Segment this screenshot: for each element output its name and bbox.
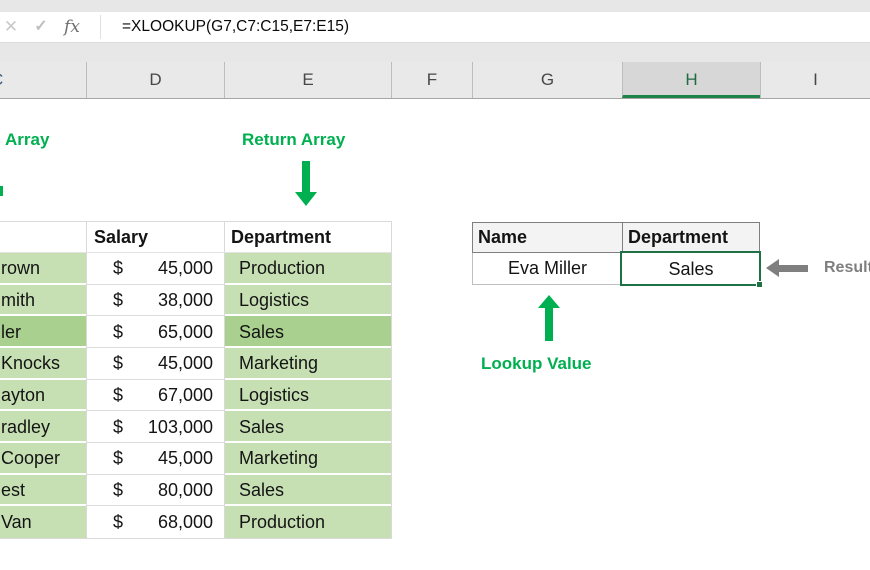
salary-cell[interactable]: $67,000	[86, 379, 224, 412]
return-array-label: Return Array	[242, 130, 346, 149]
column-header-c[interactable]: C	[0, 62, 86, 98]
salary-header-cell[interactable]: Salary	[86, 222, 224, 252]
currency-symbol: $	[113, 321, 124, 342]
lookup-value-cell[interactable]: Eva Miller	[472, 253, 622, 285]
salary-amount: 38,000	[157, 289, 213, 310]
fill-handle[interactable]	[756, 281, 763, 288]
name-cell[interactable]: rown	[0, 253, 86, 285]
salary-cell[interactable]: $45,000	[86, 347, 224, 380]
department-cell[interactable]: Logistics	[224, 379, 391, 412]
formula-bar: ✕ ✓ fx =XLOOKUP(G7,C7:C15,E7:E15)	[0, 0, 870, 62]
employee-table-header: Salary Department	[0, 222, 391, 253]
insert-function-icon[interactable]: fx	[60, 12, 84, 42]
active-cell-selection-border	[620, 251, 763, 288]
formula-bar-divider	[100, 15, 101, 39]
salary-amount: 45,000	[157, 353, 213, 374]
lookup-table-header: Name Department	[472, 222, 760, 253]
currency-symbol: $	[113, 479, 124, 500]
employee-table-body: rown $45,000 Production mith $38,000 Logistic…	[0, 253, 391, 538]
salary-amount: 45,000	[157, 258, 213, 279]
name-cell[interactable]: radley	[0, 411, 86, 443]
salary-amount: 67,000	[157, 384, 213, 405]
salary-cell[interactable]: $45,000	[86, 442, 224, 475]
name-header-cell[interactable]	[0, 222, 86, 252]
salary-cell[interactable]: $80,000	[86, 474, 224, 507]
formula-input[interactable]: =XLOOKUP(G7,C7:C15,E7:E15)	[122, 12, 349, 42]
result-arrow-icon	[766, 259, 808, 278]
table-row: ler $65,000 Sales	[0, 316, 391, 348]
excel-window: ✕ ✓ fx =XLOOKUP(G7,C7:C15,E7:E15) C D E …	[0, 0, 870, 570]
name-cell[interactable]: ayton	[0, 379, 86, 412]
salary-amount: 68,000	[157, 511, 213, 532]
table-row: Cooper $45,000 Marketing	[0, 442, 391, 475]
salary-cell[interactable]: $65,000	[86, 316, 224, 348]
salary-amount: 45,000	[157, 448, 213, 469]
table-row: ayton $67,000 Logistics	[0, 379, 391, 412]
name-cell[interactable]: ler	[0, 316, 86, 348]
lookup-array-arrow-fragment-icon	[0, 186, 3, 196]
sheet-area: Array Return Array Salary Department row…	[0, 99, 870, 570]
salary-cell[interactable]: $38,000	[86, 284, 224, 317]
lookup-result-table: Name Department Eva Miller Sales	[472, 222, 763, 288]
table-row: rown $45,000 Production	[0, 253, 391, 285]
lookup-department-header-cell[interactable]: Department	[622, 223, 759, 252]
column-header-h-selected[interactable]: H	[622, 62, 760, 98]
result-label: Result	[824, 259, 870, 276]
salary-cell[interactable]: $68,000	[86, 506, 224, 538]
enter-icon[interactable]: ✓	[30, 12, 52, 42]
lookup-value-label: Lookup Value	[481, 354, 592, 373]
department-cell[interactable]: Logistics	[224, 284, 391, 317]
department-cell[interactable]: Production	[224, 253, 391, 285]
lookup-value-arrow-icon	[538, 295, 560, 341]
salary-cell[interactable]: $103,000	[86, 411, 224, 443]
table-row: mith $38,000 Logistics	[0, 284, 391, 317]
currency-symbol: $	[113, 384, 124, 405]
table-row: est $80,000 Sales	[0, 474, 391, 507]
formula-bar-inner: ✕ ✓ fx =XLOOKUP(G7,C7:C15,E7:E15)	[0, 12, 870, 43]
lookup-name-header-cell[interactable]: Name	[473, 223, 622, 252]
currency-symbol: $	[113, 258, 124, 279]
column-header-row: C D E F G H I	[0, 62, 870, 99]
department-cell[interactable]: Sales	[224, 474, 391, 507]
name-cell[interactable]: Knocks	[0, 347, 86, 380]
column-header-f[interactable]: F	[391, 62, 472, 98]
lookup-array-label: Array	[5, 130, 50, 149]
column-header-e[interactable]: E	[224, 62, 391, 98]
name-cell[interactable]: est	[0, 474, 86, 507]
salary-amount: 103,000	[147, 416, 213, 437]
column-header-g[interactable]: G	[472, 62, 622, 98]
name-cell[interactable]: Cooper	[0, 442, 86, 475]
return-array-arrow-icon	[294, 161, 318, 207]
table-row: Knocks $45,000 Marketing	[0, 347, 391, 380]
column-header-i[interactable]: I	[760, 62, 870, 98]
department-header-cell[interactable]: Department	[224, 222, 391, 252]
name-cell[interactable]: Van	[0, 506, 86, 538]
column-header-d[interactable]: D	[86, 62, 224, 98]
department-cell[interactable]: Production	[224, 506, 391, 538]
department-cell[interactable]: Marketing	[224, 442, 391, 475]
currency-symbol: $	[113, 511, 124, 532]
table-row: radley $103,000 Sales	[0, 411, 391, 443]
department-cell[interactable]: Marketing	[224, 347, 391, 380]
cancel-icon[interactable]: ✕	[0, 12, 22, 42]
department-cell[interactable]: Sales	[224, 411, 391, 443]
currency-symbol: $	[113, 448, 124, 469]
salary-amount: 65,000	[157, 321, 213, 342]
employee-table: Salary Department rown $45,000 Production m…	[0, 221, 392, 539]
currency-symbol: $	[113, 416, 124, 437]
name-cell[interactable]: mith	[0, 284, 86, 317]
currency-symbol: $	[113, 353, 124, 374]
salary-cell[interactable]: $45,000	[86, 253, 224, 285]
department-cell[interactable]: Sales	[224, 316, 391, 348]
currency-symbol: $	[113, 289, 124, 310]
salary-amount: 80,000	[157, 479, 213, 500]
table-row: Van $68,000 Production	[0, 506, 391, 538]
